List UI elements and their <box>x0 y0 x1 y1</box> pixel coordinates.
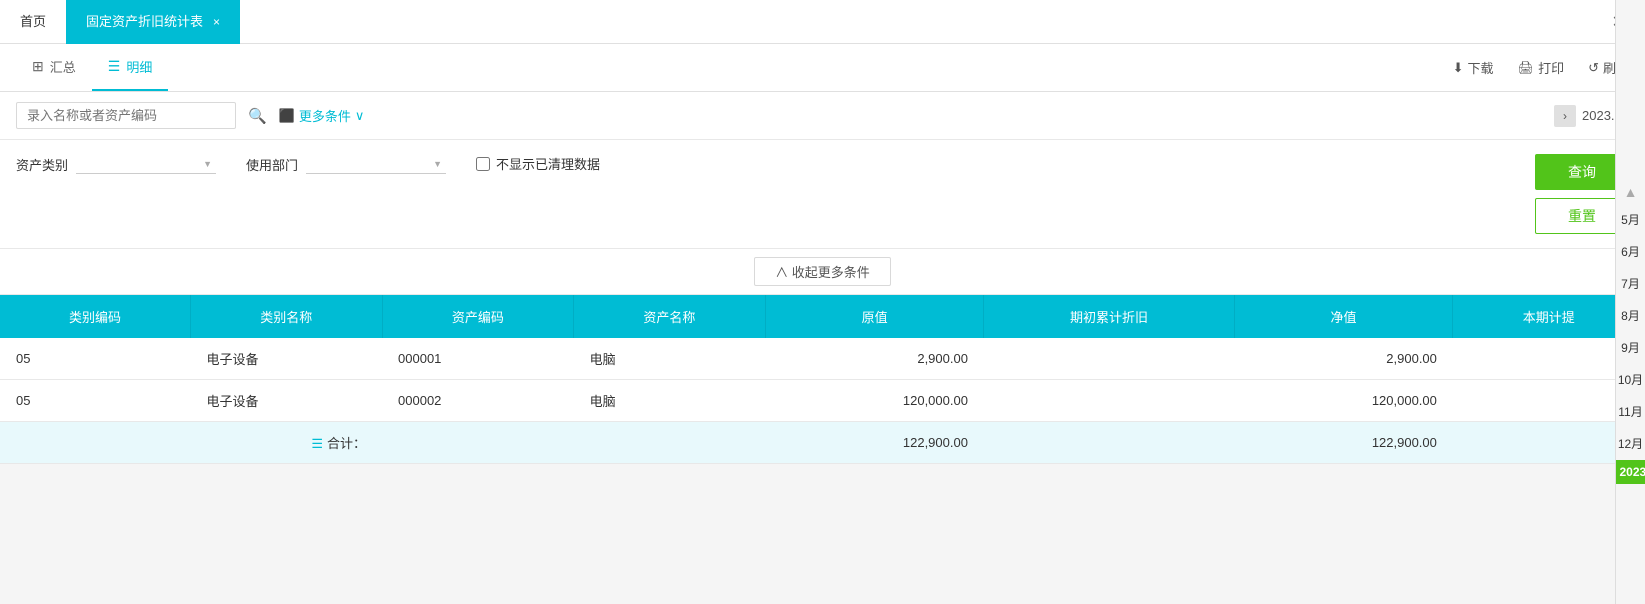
asset-type-select-wrap <box>76 154 216 174</box>
more-conditions-label: 更多条件 <box>299 106 351 125</box>
sidebar-month-item[interactable]: 5月 <box>1616 204 1645 236</box>
tab-summary-label: 汇总 <box>50 57 76 76</box>
cell-original-value: 120,000.00 <box>765 380 984 422</box>
print-label: 打印 <box>1538 58 1564 77</box>
tab-summary[interactable]: ⊞ 汇总 <box>16 44 92 91</box>
asset-type-label: 资产类别 <box>16 155 68 174</box>
collapse-button[interactable]: ∧ 收起更多条件 <box>754 257 891 286</box>
total-row: ☰合计： 122,900.00 122,900.00 <box>0 422 1645 464</box>
refresh-icon: ↺ <box>1588 60 1599 76</box>
table-row: 05 电子设备 000002 电脑 120,000.00 120,000.00 <box>0 380 1645 422</box>
sidebar-month-item[interactable]: 9月 <box>1616 332 1645 364</box>
sidebar-month-item[interactable]: 8月 <box>1616 300 1645 332</box>
dept-select-wrap <box>306 154 446 174</box>
total-acc-depreciation <box>984 422 1234 464</box>
cell-net-value: 2,900.00 <box>1234 338 1453 380</box>
dept-label: 使用部门 <box>246 155 298 174</box>
cell-type-code: 05 <box>0 380 190 422</box>
top-nav: 首页 固定资产折旧统计表 × ✕ <box>0 0 1645 44</box>
col-header-type-name: 类别名称 <box>190 295 382 338</box>
sidebar-year-badge[interactable]: 2023 <box>1616 460 1645 484</box>
home-tab[interactable]: 首页 <box>0 0 66 44</box>
tab-detail[interactable]: ☰ 明细 <box>92 44 169 91</box>
total-label: ☰合计： <box>0 422 382 464</box>
hide-cleared-label: 不显示已清理数据 <box>496 154 600 173</box>
tab-detail-label: 明细 <box>126 57 152 76</box>
dept-filter: 使用部门 <box>246 154 446 174</box>
print-button[interactable]: 🖨 打印 <box>1518 58 1565 77</box>
dept-select[interactable] <box>306 154 446 174</box>
download-button[interactable]: ⬇ 下载 <box>1453 58 1494 77</box>
cell-type-name: 电子设备 <box>190 338 382 380</box>
detail-icon: ☰ <box>108 58 121 75</box>
total-original-value: 122,900.00 <box>765 422 984 464</box>
cell-asset-name: 电脑 <box>574 380 766 422</box>
total-asset-code <box>382 422 574 464</box>
total-asset-name <box>574 422 766 464</box>
filter-icon: ⬛ <box>279 108 295 124</box>
download-label: 下载 <box>1468 58 1494 77</box>
cell-type-name: 电子设备 <box>190 380 382 422</box>
cell-acc-depreciation <box>984 380 1234 422</box>
table-header-row: 类别编码 类别名称 资产编码 资产名称 原值 期初累计折旧 净值 本期计提 <box>0 295 1645 338</box>
download-icon: ⬇ <box>1453 60 1464 76</box>
search-icon: 🔍 <box>248 107 267 125</box>
asset-type-filter: 资产类别 <box>16 154 216 174</box>
sidebar-month-item[interactable]: 10月 <box>1616 364 1645 396</box>
content-area: 类别编码 类别名称 资产编码 资产名称 原值 期初累计折旧 净值 本期计提 05… <box>0 295 1645 464</box>
col-header-acc-depreciation: 期初累计折旧 <box>984 295 1234 338</box>
cell-asset-code: 000001 <box>382 338 574 380</box>
active-tab[interactable]: 固定资产折旧统计表 × <box>66 0 240 44</box>
cell-net-value: 120,000.00 <box>1234 380 1453 422</box>
date-nav-arrow[interactable]: › <box>1554 105 1576 127</box>
hide-cleared-checkbox[interactable] <box>476 157 490 171</box>
sub-tabs: ⊞ 汇总 ☰ 明细 <box>16 44 168 91</box>
sub-tab-bar: ⊞ 汇总 ☰ 明细 ⬇ 下载 🖨 打印 ↺ 刷新 <box>0 44 1645 92</box>
filter-area: 资产类别 使用部门 不显示已清理数据 查询 重置 <box>0 140 1645 249</box>
search-bar: 🔍 ⬛ 更多条件 ∨ › 2023.01 <box>0 92 1645 140</box>
filter-row: 资产类别 使用部门 不显示已清理数据 查询 重置 <box>16 154 1629 234</box>
sidebar-month-item[interactable]: 11月 <box>1616 396 1645 428</box>
cell-asset-name: 电脑 <box>574 338 766 380</box>
more-conditions-button[interactable]: ⬛ 更多条件 ∨ <box>279 106 365 125</box>
close-tab-icon[interactable]: × <box>213 0 220 44</box>
sidebar-month-item[interactable]: 6月 <box>1616 236 1645 268</box>
asset-type-select[interactable] <box>76 154 216 174</box>
cell-original-value: 2,900.00 <box>765 338 984 380</box>
col-header-type-code: 类别编码 <box>0 295 190 338</box>
total-net-value: 122,900.00 <box>1234 422 1453 464</box>
cell-asset-code: 000002 <box>382 380 574 422</box>
collapse-bar: ∧ 收起更多条件 <box>0 249 1645 295</box>
total-icon: ☰ <box>311 436 323 451</box>
col-header-asset-code: 资产编码 <box>382 295 574 338</box>
toolbar-actions: ⬇ 下载 🖨 打印 ↺ 刷新 <box>1453 58 1629 77</box>
hide-cleared-filter: 不显示已清理数据 <box>476 154 600 173</box>
table-row: 05 电子设备 000001 电脑 2,900.00 2,900.00 <box>0 338 1645 380</box>
search-input[interactable] <box>16 102 236 129</box>
col-header-original-value: 原值 <box>765 295 984 338</box>
main-content: 类别编码 类别名称 资产编码 资产名称 原值 期初累计折旧 净值 本期计提 05… <box>0 295 1645 464</box>
table-wrap: 类别编码 类别名称 资产编码 资产名称 原值 期初累计折旧 净值 本期计提 05… <box>0 295 1645 464</box>
data-table: 类别编码 类别名称 资产编码 资产名称 原值 期初累计折旧 净值 本期计提 05… <box>0 295 1645 464</box>
sidebar-nav-up[interactable]: ▲ <box>1620 180 1642 204</box>
summary-icon: ⊞ <box>32 58 44 75</box>
print-icon: 🖨 <box>1518 60 1535 76</box>
col-header-asset-name: 资产名称 <box>574 295 766 338</box>
cell-type-code: 05 <box>0 338 190 380</box>
sidebar-month-item[interactable]: 7月 <box>1616 268 1645 300</box>
right-sidebar: ▲ 5月6月7月8月9月10月11月12月 2023 <box>1615 0 1645 604</box>
cell-acc-depreciation <box>984 338 1234 380</box>
chevron-down-icon: ∨ <box>355 108 365 124</box>
sidebar-month-item[interactable]: 12月 <box>1616 428 1645 460</box>
col-header-net-value: 净值 <box>1234 295 1453 338</box>
active-tab-label: 固定资产折旧统计表 <box>86 0 203 44</box>
